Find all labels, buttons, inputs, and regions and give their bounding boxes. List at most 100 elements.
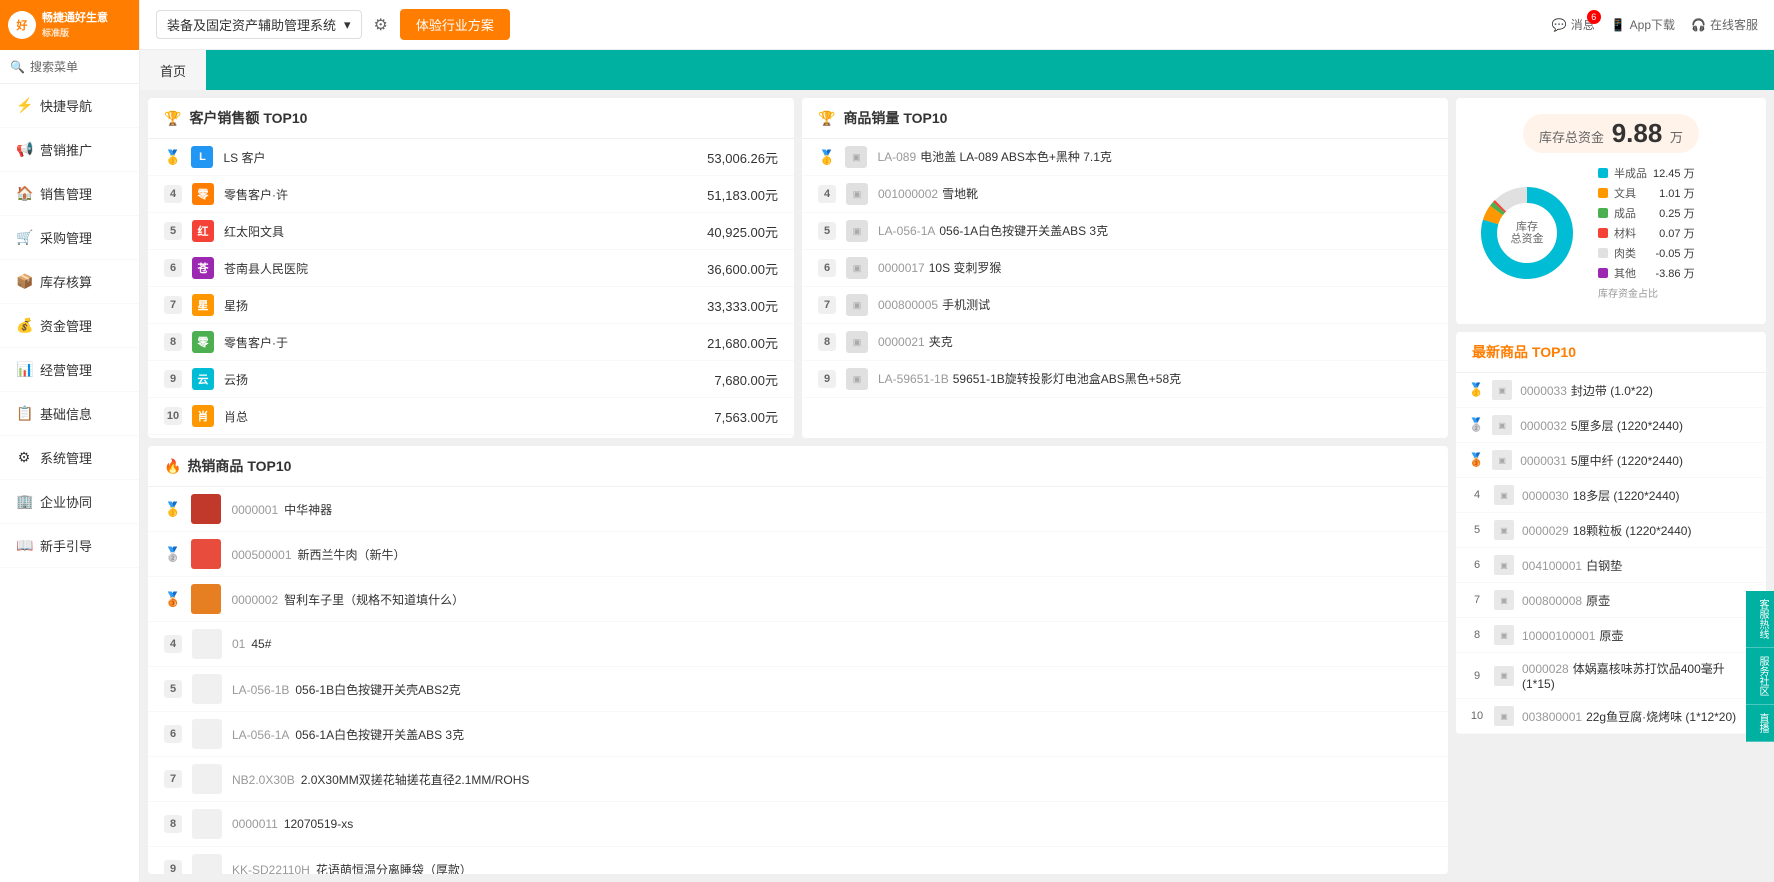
trial-button[interactable]: 体验行业方案 (400, 9, 510, 40)
system-selector[interactable]: 装备及固定资产辅助管理系统 ▾ (156, 10, 362, 39)
new-prod-img: ▣ (1494, 485, 1514, 505)
sidebar-item-enterprise[interactable]: 🏢 企业协同 (0, 480, 139, 524)
customer-rank-row-6: 8 零 零售客户·于 21,680.00元 (148, 324, 794, 361)
phone-icon: 📱 (1611, 18, 1626, 32)
tab-home[interactable]: 首页 (140, 50, 206, 90)
avatar: 零 (192, 183, 214, 205)
legend-item-2: 成品 0.25 万 (1598, 205, 1695, 221)
operations-icon: 📊 (16, 361, 32, 378)
new-prod-img: ▣ (1492, 415, 1512, 435)
customer-rank-card: 🏆 客户销售额 TOP10 🥇 L LS 客户 53,006.26元 (148, 98, 794, 438)
sidebar-item-marketing[interactable]: 📢 营销推广 (0, 128, 139, 172)
topbar: 装备及固定资产辅助管理系统 ▾ ⚙ 体验行业方案 💬 消息 6 📱 App下载 … (140, 0, 1774, 50)
hot-row-9: 9 KK-SD22110H花语萌恒温分离睡袋（厚款） (148, 847, 1448, 874)
sidebar-item-system[interactable]: ⚙ 系统管理 (0, 436, 139, 480)
product-rank-row-2: 4 ▣ 001000002雪地靴 (802, 176, 1448, 213)
system-icon: ⚙ (16, 449, 32, 466)
enterprise-icon: 🏢 (16, 493, 32, 510)
legend-item-4: 肉类 -0.05 万 (1598, 245, 1695, 261)
legend-item-1: 文具 1.01 万 (1598, 185, 1695, 201)
bronze-medal-np: 🥉 (1468, 452, 1484, 468)
purchase-icon: 🛒 (16, 229, 32, 246)
float-btn-community[interactable]: 服务社区 (1746, 648, 1774, 705)
new-prod-img: ▣ (1492, 380, 1512, 400)
search-icon: 🔍 (10, 60, 25, 74)
online-service-button[interactable]: 🎧 在线客服 (1691, 16, 1758, 33)
silver-medal: 🥈 (164, 546, 181, 563)
gold-medal-np: 🥇 (1468, 382, 1484, 398)
new-prod-row-6: 6 ▣ 004100001白钢垫 (1456, 548, 1766, 583)
gear-icon[interactable]: ⚙ (374, 15, 388, 35)
message-icon: 💬 (1552, 18, 1567, 32)
customer-rank-row-7: 9 云 云扬 7,680.00元 (148, 361, 794, 398)
hot-prod-img (192, 629, 222, 659)
sidebar-item-basics[interactable]: 📋 基础信息 (0, 392, 139, 436)
hot-products-card: 🔥 热销商品 TOP10 🥇 0000001中华神器 🥈 000500001 (148, 446, 1448, 874)
new-prod-img: ▣ (1494, 590, 1514, 610)
sidebar-item-finance[interactable]: 💰 资金管理 (0, 304, 139, 348)
legend-dot (1598, 208, 1608, 218)
fire-icon: 🔥 (164, 458, 181, 475)
product-rank-table: 🥇 ▣ LA-089电池盖 LA-089 ABS本色+黑种 7.1克 4 ▣ 0… (802, 139, 1448, 398)
legend-item-0: 半成品 12.45 万 (1598, 165, 1695, 181)
avatar: 星 (192, 294, 214, 316)
legend-dot (1598, 228, 1608, 238)
hot-prod-img (191, 494, 221, 524)
float-btn-live[interactable]: 直播 (1746, 705, 1774, 742)
customer-rank-row-8: 10 肖 肖总 7,563.00元 (148, 398, 794, 435)
headset-icon: 🎧 (1691, 18, 1706, 32)
product-img: ▣ (846, 220, 868, 242)
product-rank-row-3: 5 ▣ LA-056-1A056-1A白色按键开关盖ABS 3克 (802, 213, 1448, 250)
donut-container: 库存 总资金 半成品 12.45 万 文具 (1472, 165, 1750, 300)
sidebar-item-operations[interactable]: 📊 经营管理 (0, 348, 139, 392)
gold-medal-3: 🥇 (164, 501, 181, 518)
message-button[interactable]: 💬 消息 6 (1552, 16, 1595, 33)
customer-rank-row-1: 🥇 L LS 客户 53,006.26元 (148, 139, 794, 176)
new-prod-img: ▣ (1494, 706, 1514, 726)
customer-rank-row-5: 7 星 星扬 33,333.00元 (148, 287, 794, 324)
new-products-card: 最新商品 TOP10 🥇 ▣ 0000033封边带 (1.0*22) 🥈 ▣ 0… (1456, 332, 1766, 734)
new-prod-img: ▣ (1494, 625, 1514, 645)
quicknav-icon: ⚡ (16, 97, 32, 114)
hot-prod-img (192, 719, 222, 749)
guide-icon: 📖 (16, 537, 32, 554)
hot-row-2: 🥈 000500001新西兰牛肉（新牛） (148, 532, 1448, 577)
avatar: 红 (192, 220, 214, 242)
product-rank-row-1: 🥇 ▣ LA-089电池盖 LA-089 ABS本色+黑种 7.1克 (802, 139, 1448, 176)
trophy-icon: 🏆 (164, 110, 181, 127)
new-prod-row-3: 🥉 ▣ 00000315厘中纤 (1220*2440) (1456, 443, 1766, 478)
new-prod-row-2: 🥈 ▣ 00000325厘多层 (1220*2440) (1456, 408, 1766, 443)
sidebar-item-inventory[interactable]: 📦 库存核算 (0, 260, 139, 304)
product-img: ▣ (845, 146, 867, 168)
gold-medal-2: 🥇 (818, 149, 835, 166)
topbar-right: 💬 消息 6 📱 App下载 🎧 在线客服 (1552, 16, 1758, 33)
sidebar-search[interactable]: 🔍 搜索菜单 (0, 50, 139, 84)
float-buttons: 客服热线 服务社区 直播 (1746, 591, 1774, 742)
legend-dot (1598, 188, 1608, 198)
sidebar-item-guide[interactable]: 📖 新手引导 (0, 524, 139, 568)
new-prod-img: ▣ (1492, 450, 1512, 470)
inventory-icon: 📦 (16, 273, 32, 290)
hot-prod-img (191, 584, 221, 614)
product-rank-row-4: 6 ▣ 000001710S 变刺罗猴 (802, 250, 1448, 287)
page-tabs: 首页 (140, 50, 1774, 90)
inventory-legend: 半成品 12.45 万 文具 1.01 万 成品 0 (1598, 165, 1695, 300)
sidebar-item-sales[interactable]: 🏠 销售管理 (0, 172, 139, 216)
product-img: ▣ (846, 294, 868, 316)
sidebar-nav: ⚡ 快捷导航 📢 营销推广 🏠 销售管理 🛒 采购管理 📦 库存核算 💰 资金管… (0, 84, 139, 882)
legend-dot (1598, 268, 1608, 278)
avatar: 苍 (192, 257, 214, 279)
new-prod-row-9: 9 ▣ 0000028体娲嘉核味苏打饮品400毫升 (1*15) (1456, 653, 1766, 699)
sidebar: 好 畅捷通好生意 标准版 🔍 搜索菜单 ⚡ 快捷导航 📢 营销推广 🏠 销售管理… (0, 0, 140, 882)
hot-row-8: 8 000001112070519-xs (148, 802, 1448, 847)
sidebar-logo: 好 畅捷通好生意 标准版 (0, 0, 139, 50)
hot-products-header: 🔥 热销商品 TOP10 (148, 446, 1448, 487)
bronze-medal: 🥉 (164, 591, 181, 608)
sidebar-item-quicknav[interactable]: ⚡ 快捷导航 (0, 84, 139, 128)
float-btn-service[interactable]: 客服热线 (1746, 591, 1774, 648)
sidebar-item-purchase[interactable]: 🛒 采购管理 (0, 216, 139, 260)
new-prod-row-7: 7 ▣ 000800008原壶 (1456, 583, 1766, 618)
app-download-button[interactable]: 📱 App下载 (1611, 16, 1675, 33)
logo-icon: 好 (8, 11, 36, 39)
search-menu-button[interactable]: 🔍 搜索菜单 (10, 58, 78, 75)
